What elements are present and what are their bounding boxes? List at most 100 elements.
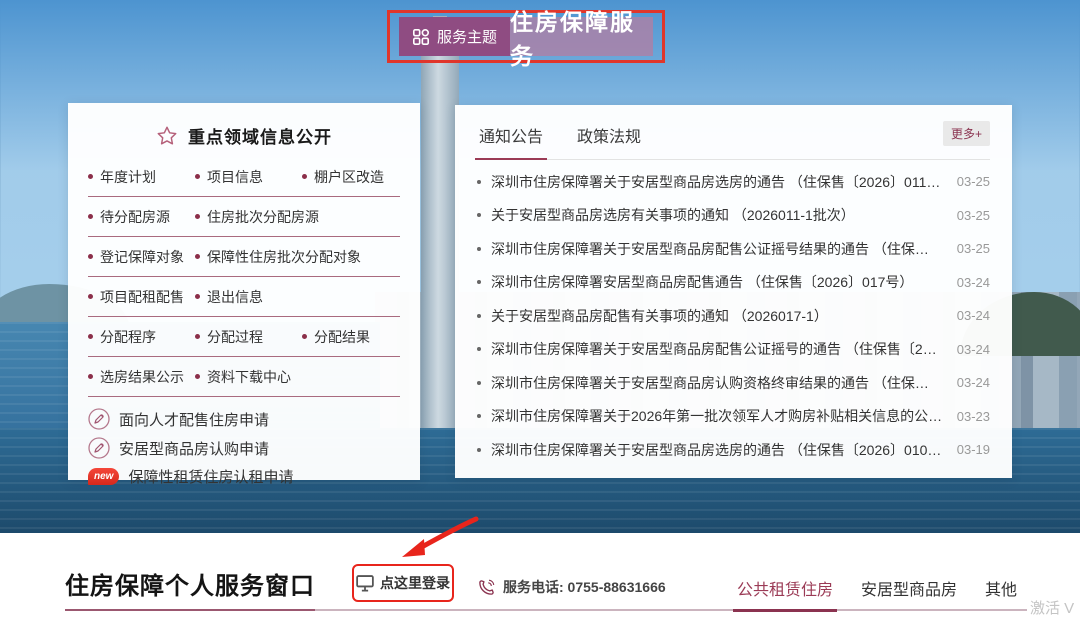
notice-item[interactable]: 深圳市住房保障署关于安居型商品房配售公证摇号结果的通告 （住保售〔2026〕00… xyxy=(477,232,990,266)
housing-type-tabs: 公共租赁住房 安居型商品房 其他 xyxy=(737,576,1017,600)
login-button-label: 点这里登录 xyxy=(380,573,450,593)
bullet-dot xyxy=(88,374,93,379)
notice-item[interactable]: 深圳市住房保障署关于安居型商品房认购资格终审结果的通告 （住保售〔2026〕00… xyxy=(477,366,990,400)
bullet-dot xyxy=(477,180,481,184)
notices-tab-label: 通知公告 xyxy=(479,129,543,146)
new-badge: new xyxy=(88,468,119,485)
bullet-dot xyxy=(88,294,93,299)
grid-icon xyxy=(412,28,430,46)
info-link-label: 项目配租配售 xyxy=(100,287,184,307)
bullet-dot xyxy=(195,174,200,179)
info-link[interactable]: 登记保障对象 xyxy=(88,247,195,267)
info-link-label: 年度计划 xyxy=(100,167,156,187)
info-link[interactable]: 选房结果公示 xyxy=(88,367,195,387)
info-link-label: 登记保障对象 xyxy=(100,247,184,267)
info-link-label: 保障性住房批次分配对象 xyxy=(207,247,361,267)
info-link[interactable]: 保障性住房批次分配对象 xyxy=(195,247,365,267)
info-link[interactable]: 分配过程 xyxy=(195,327,302,347)
service-topic-chip: 服务主题 xyxy=(399,17,510,56)
notice-title: 深圳市住房保障署关于安居型商品房选房的通告 （住保售〔2026〕010号批次） xyxy=(491,440,957,460)
info-link[interactable]: 退出信息 xyxy=(195,287,302,307)
info-link[interactable]: 项目信息 xyxy=(195,167,302,187)
notice-date: 03-24 xyxy=(957,375,990,390)
notices-tabs: 通知公告 政策法规 xyxy=(477,117,673,159)
notice-title: 深圳市住房保障署安居型商品房配售通告 （住保售〔2026〕017号） xyxy=(491,272,957,292)
personal-service-bar: 住房保障个人服务窗口 点这里登录 服务电话: 0755-88631666 公共租… xyxy=(0,533,1080,624)
info-disclosure-panel: 重点领域信息公开 年度计划 项目信息 棚户区改造 待分配房源 住房批次分配房源 登记保… xyxy=(68,103,420,480)
notices-tab[interactable]: 政策法规 xyxy=(575,117,643,159)
badge-title-area: 住房保障服务 xyxy=(510,17,653,56)
info-link[interactable]: 待分配房源 xyxy=(88,207,195,227)
star-icon xyxy=(156,125,178,147)
info-link[interactable]: 住房批次分配房源 xyxy=(195,207,323,227)
info-link-row: 分配程序 分配过程 分配结果 xyxy=(88,317,400,357)
apply-link-label: 保障性租赁住房认租申请 xyxy=(128,466,293,487)
notice-title: 深圳市住房保障署关于安居型商品房配售公证摇号结果的通告 （住保售〔2026〕00… xyxy=(491,239,957,259)
info-link[interactable]: 分配程序 xyxy=(88,327,195,347)
panel-title: 重点领域信息公开 xyxy=(188,123,332,148)
bullet-dot xyxy=(477,247,481,251)
section-divider xyxy=(65,609,1027,611)
notices-panel: 通知公告 政策法规 更多+ 深圳市住房保障署关于安居型商品房选房的通告 （住保售… xyxy=(455,105,1012,478)
info-link-label: 棚户区改造 xyxy=(314,167,384,187)
bullet-dot xyxy=(195,374,200,379)
bullet-dot xyxy=(477,213,481,217)
notice-date: 03-25 xyxy=(957,208,990,223)
notice-title: 深圳市住房保障署关于2026年第一批次领军人才购房补贴相关信息的公示 （住保公〔… xyxy=(491,406,957,426)
service-phone: 服务电话: 0755-88631666 xyxy=(478,577,666,597)
info-link-label: 资料下载中心 xyxy=(207,367,291,387)
service-topic-badge-frame: 服务主题 住房保障服务 xyxy=(387,10,665,63)
login-button[interactable]: 点这里登录 xyxy=(352,564,454,602)
info-link-label: 分配程序 xyxy=(100,327,156,347)
notice-date: 03-25 xyxy=(957,241,990,256)
notices-tab-label: 政策法规 xyxy=(577,129,641,146)
activation-watermark: 激活 V xyxy=(1030,597,1074,618)
apply-link[interactable]: new 保障性租赁住房认租申请 xyxy=(88,466,400,487)
panel-title-row: 重点领域信息公开 xyxy=(88,115,400,157)
page: 服务主题 住房保障服务 重点领域信息公开 年度计划 项目信息 棚户区改造 待分配房源… xyxy=(0,0,1080,624)
service-topic-badge: 服务主题 住房保障服务 xyxy=(399,17,653,56)
notice-title: 深圳市住房保障署关于安居型商品房认购资格终审结果的通告 （住保售〔2026〕00… xyxy=(491,373,957,393)
bullet-dot xyxy=(302,174,307,179)
bullet-dot xyxy=(477,314,481,318)
notice-item[interactable]: 深圳市住房保障署关于安居型商品房选房的通告 （住保售〔2026〕010号批次） … xyxy=(477,433,990,467)
apply-link[interactable]: 安居型商品房认购申请 xyxy=(88,437,400,459)
notice-item[interactable]: 深圳市住房保障署关于安居型商品房配售公证摇号的通告 （住保售〔2026〕006号… xyxy=(477,333,990,367)
info-link-label: 分配结果 xyxy=(314,327,370,347)
service-phone-label: 服务电话: 0755-88631666 xyxy=(503,577,666,597)
notices-header: 通知公告 政策法规 更多+ xyxy=(477,117,990,160)
notice-item[interactable]: 深圳市住房保障署关于2026年第一批次领军人才购房补贴相关信息的公示 （住保公〔… xyxy=(477,400,990,434)
notices-tab[interactable]: 通知公告 xyxy=(477,117,545,159)
apply-link[interactable]: 面向人才配售住房申请 xyxy=(88,408,400,430)
bullet-dot xyxy=(195,214,200,219)
info-link-label: 项目信息 xyxy=(207,167,263,187)
info-link[interactable]: 棚户区改造 xyxy=(302,167,409,187)
page-title: 住房保障服务 xyxy=(510,3,653,71)
info-link-row: 选房结果公示资料下载中心 xyxy=(88,357,400,397)
notice-date: 03-24 xyxy=(957,275,990,290)
bullet-dot xyxy=(195,254,200,259)
service-topic-label: 服务主题 xyxy=(437,26,497,47)
phone-icon xyxy=(478,579,495,596)
info-link-label: 分配过程 xyxy=(207,327,263,347)
housing-type-tab[interactable]: 公共租赁住房 xyxy=(737,576,833,600)
bullet-dot xyxy=(477,414,481,418)
notice-date: 03-19 xyxy=(957,442,990,457)
notice-date: 03-24 xyxy=(957,308,990,323)
notice-item[interactable]: 关于安居型商品房选房有关事项的通知 （2026011-1批次） 03-25 xyxy=(477,199,990,233)
info-link-label: 待分配房源 xyxy=(100,207,170,227)
bullet-dot xyxy=(88,214,93,219)
info-link[interactable]: 分配结果 xyxy=(302,327,409,347)
housing-type-tab-label: 其他 xyxy=(985,582,1017,599)
notice-item[interactable]: 深圳市住房保障署关于安居型商品房选房的通告 （住保售〔2026〕011号批次） … xyxy=(477,165,990,199)
info-link[interactable]: 年度计划 xyxy=(88,167,195,187)
more-button[interactable]: 更多+ xyxy=(943,121,990,146)
notice-item[interactable]: 深圳市住房保障署安居型商品房配售通告 （住保售〔2026〕017号） 03-24 xyxy=(477,266,990,300)
info-link[interactable]: 资料下载中心 xyxy=(195,367,302,387)
notice-item[interactable]: 关于安居型商品房配售有关事项的通知 （2026017-1） 03-24 xyxy=(477,299,990,333)
housing-type-tab[interactable]: 其他 xyxy=(985,576,1017,600)
info-link-row: 待分配房源 住房批次分配房源 xyxy=(88,197,400,237)
housing-type-tab[interactable]: 安居型商品房 xyxy=(861,576,957,600)
info-link-label: 住房批次分配房源 xyxy=(207,207,319,227)
info-link[interactable]: 项目配租配售 xyxy=(88,287,195,307)
